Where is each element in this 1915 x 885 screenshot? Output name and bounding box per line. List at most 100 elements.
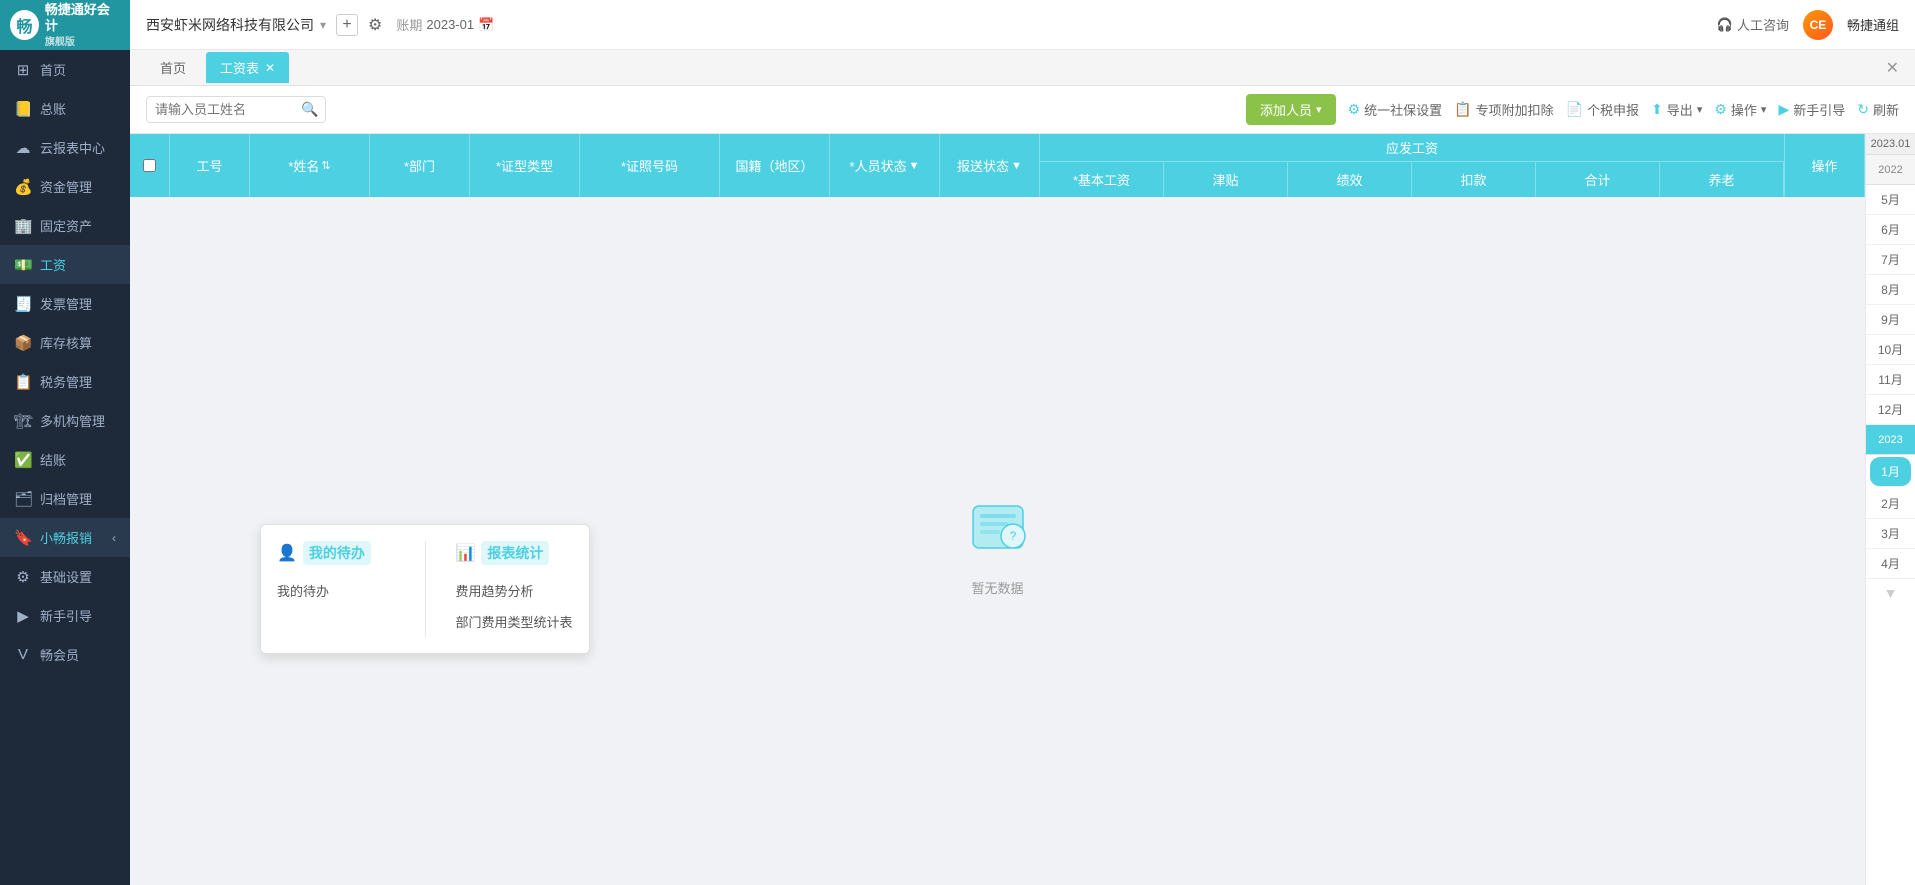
popup-menu: 👤 我的待办 我的待办 📊 报表统计 费用趋势分析	[260, 524, 590, 654]
org-icon: 🏗	[14, 412, 32, 430]
invoice-icon: 🧾	[14, 295, 32, 313]
new-guide-button[interactable]: ▶ 新手引导	[1778, 100, 1845, 119]
date-scroll-down[interactable]: ▼	[1866, 579, 1915, 607]
date-month-5[interactable]: 5月	[1866, 185, 1915, 215]
avatar-text: CE	[1810, 18, 1827, 32]
sidebar-item-label: 云报表中心	[40, 138, 105, 157]
tab-home-label: 首页	[160, 61, 186, 76]
sidebar-item-salary[interactable]: 💵 工资	[0, 245, 130, 284]
fund-icon: 💰	[14, 178, 32, 196]
topbar: 西安虾米网络科技有限公司 ▾ + ⚙ 账期 2023-01 📅 🎧 人工咨询 C…	[130, 0, 1915, 50]
ledger-icon: 📒	[14, 100, 32, 118]
date-month-6[interactable]: 6月	[1866, 215, 1915, 245]
social-security-icon: ⚙	[1348, 101, 1361, 118]
th-deduction: 扣款	[1412, 162, 1536, 197]
sidebar-item-label: 资金管理	[40, 177, 92, 196]
sidebar-item-basic[interactable]: ⚙ 基础设置	[0, 557, 130, 596]
popup-col2-title: 📊 报表统计	[456, 541, 574, 565]
tax-return-button[interactable]: 📄 个税申报	[1566, 100, 1639, 119]
settings-icon[interactable]: ⚙	[368, 15, 382, 35]
search-box: 🔍	[146, 96, 326, 123]
table-area: 工号 *姓名 ⇅ *部门 *证型类型 *证照号码 国籍（地区）	[130, 134, 1865, 885]
basic-icon: ⚙	[14, 568, 32, 586]
date-month-7[interactable]: 7月	[1866, 245, 1915, 275]
th-status: *人员状态 ▼	[830, 134, 940, 197]
sidebar-item-label: 税务管理	[40, 372, 92, 391]
sidebar-item-cloud-report[interactable]: ☁ 云报表中心	[0, 128, 130, 167]
th-total: 合计	[1536, 162, 1660, 197]
popup-dept-expense-item[interactable]: 部门费用类型统计表	[456, 606, 574, 637]
date-month-8[interactable]: 8月	[1866, 275, 1915, 305]
sidebar-item-label: 畅会员	[40, 645, 79, 664]
date-month-9[interactable]: 9月	[1866, 305, 1915, 335]
sidebar-item-label: 新手引导	[40, 606, 92, 625]
th-subsidy: 津贴	[1164, 162, 1288, 197]
sidebar-item-invoice[interactable]: 🧾 发票管理	[0, 284, 130, 323]
th-salary-title: 应发工资	[1040, 134, 1784, 162]
report-filter-icon[interactable]: ▼	[1011, 160, 1022, 172]
th-pension: 养老	[1660, 162, 1784, 197]
sidebar-item-archive[interactable]: 🗂 归档管理	[0, 479, 130, 518]
refresh-button[interactable]: ↻ 刷新	[1857, 100, 1899, 119]
sidebar-item-multi-org[interactable]: 🏗 多机构管理	[0, 401, 130, 440]
popup-col2-title-text: 报表统计	[481, 541, 549, 565]
date-month-3[interactable]: 3月	[1866, 519, 1915, 549]
sidebar-item-label: 多机构管理	[40, 411, 105, 430]
date-month-11[interactable]: 11月	[1866, 365, 1915, 395]
avatar: CE	[1803, 10, 1833, 40]
th-checkbox[interactable]	[130, 134, 170, 197]
add-person-button[interactable]: 添加人员 ▾	[1246, 94, 1336, 125]
tab-home[interactable]: 首页	[146, 52, 200, 83]
tab-salary-label: 工资表	[220, 58, 259, 77]
operation-button[interactable]: ⚙ 操作 ▾	[1714, 100, 1766, 119]
sidebar-logo: 畅 畅捷通好会计 旗舰版	[0, 0, 130, 50]
date-month-12[interactable]: 12月	[1866, 395, 1915, 425]
sidebar-item-settlement[interactable]: ✅ 结账	[0, 440, 130, 479]
tab-salary-table[interactable]: 工资表 ✕	[206, 52, 289, 83]
popup-divider	[425, 541, 426, 637]
settlement-icon: ✅	[14, 451, 32, 469]
date-month-10[interactable]: 10月	[1866, 335, 1915, 365]
sidebar-item-fund[interactable]: 💰 资金管理	[0, 167, 130, 206]
social-security-button[interactable]: ⚙ 统一社保设置	[1348, 100, 1443, 119]
add-company-button[interactable]: +	[336, 14, 358, 36]
operation-icon: ⚙	[1714, 101, 1727, 118]
tax-return-icon: 📄	[1566, 101, 1583, 118]
popup-expense-trend-item[interactable]: 费用趋势分析	[456, 575, 574, 606]
sidebar-item-guide[interactable]: ▶ 新手引导	[0, 596, 130, 635]
sidebar-item-fixed-assets[interactable]: 🏢 固定资产	[0, 206, 130, 245]
deduction-button[interactable]: 📋 专项附加扣除	[1454, 100, 1553, 119]
todo-icon: 👤	[277, 543, 297, 563]
archive-icon: 🗂	[14, 490, 32, 508]
company-selector[interactable]: 西安虾米网络科技有限公司 ▾	[146, 15, 326, 35]
logo-subtitle: 旗舰版	[45, 33, 120, 48]
tab-close-icon[interactable]: ✕	[265, 61, 275, 75]
toolbar: 🔍 添加人员 ▾ ⚙ 统一社保设置 📋 专项附加扣除 📄 个税申报 ⬆ 导出	[130, 86, 1915, 134]
sidebar-item-ledger[interactable]: 📒 总账	[0, 89, 130, 128]
sidebar-item-expense[interactable]: 🔖 小畅报销 ‹	[0, 518, 130, 557]
sidebar-item-label: 结账	[40, 450, 66, 469]
status-filter-icon[interactable]: ▼	[909, 160, 920, 172]
sidebar-item-home[interactable]: ⊞ 首页	[0, 50, 130, 89]
year-2022-label: 2022	[1866, 155, 1915, 185]
date-month-1-active[interactable]: 1月	[1870, 457, 1911, 487]
popup-todo-item[interactable]: 我的待办	[277, 575, 395, 606]
close-all-button[interactable]: ✕	[1886, 58, 1899, 78]
th-salary-sub: *基本工资 津贴 绩效 扣款 合计	[1040, 162, 1784, 197]
select-all-checkbox[interactable]	[143, 159, 156, 172]
service-button[interactable]: 🎧 人工咨询	[1717, 15, 1789, 34]
sidebar-item-tax[interactable]: 📋 税务管理	[0, 362, 130, 401]
sidebar-item-member[interactable]: V 畅会员	[0, 635, 130, 674]
company-arrow-icon: ▾	[320, 18, 326, 32]
search-input[interactable]	[155, 102, 295, 117]
date-sidebar: 2023.01 2022 5月 6月 7月 8月 9月 10月 11月 12月 …	[1865, 134, 1915, 885]
calendar-icon[interactable]: 📅	[478, 17, 494, 33]
export-button[interactable]: ⬆ 导出 ▾	[1651, 100, 1702, 119]
sidebar-item-inventory[interactable]: 📦 库存核算	[0, 323, 130, 362]
add-btn-label: 添加人员	[1260, 100, 1312, 119]
popup-col-2: 📊 报表统计 费用趋势分析 部门费用类型统计表	[456, 541, 574, 637]
date-year-top: 2023.01	[1866, 134, 1915, 155]
date-month-4[interactable]: 4月	[1866, 549, 1915, 579]
period-label: 账期	[396, 15, 422, 34]
date-month-2[interactable]: 2月	[1866, 489, 1915, 519]
